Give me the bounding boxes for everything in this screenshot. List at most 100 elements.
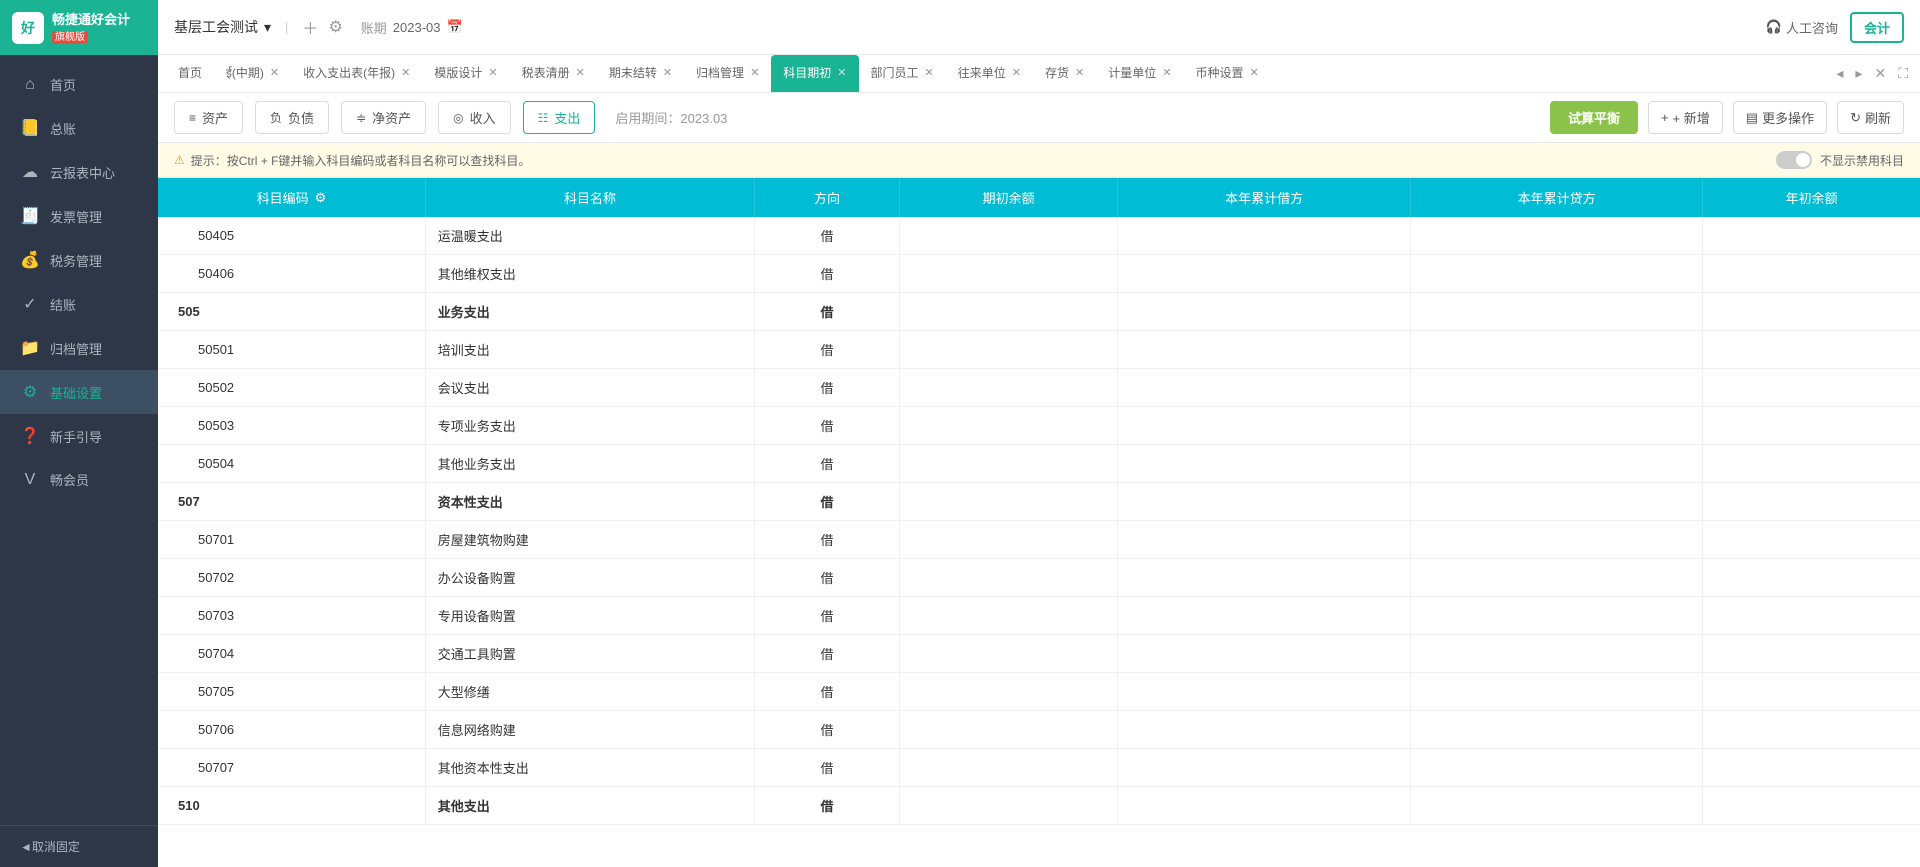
th-code: 科目编码 ⚙ — [158, 178, 425, 217]
sidebar-label-home: 首页 — [50, 75, 76, 94]
table-row[interactable]: 50504 其他业务支出 借 — [158, 445, 1920, 483]
cell-name: 办公设备购置 — [425, 559, 754, 597]
disabled-toggle[interactable] — [1776, 151, 1812, 169]
cell-direction: 借 — [755, 711, 900, 749]
sidebar: 好 畅捷通好会计 旗舰版 ⌂ 首页 📒 总账 ☁ 云报表中心 🧾 发票管理 💰 … — [0, 0, 158, 867]
sidebar-item-archive[interactable]: 📁 归档管理 — [0, 326, 158, 370]
tab-interim[interactable]: ई(中期) ✕ — [214, 55, 291, 93]
table-row[interactable]: 50706 信息网络购建 借 — [158, 711, 1920, 749]
add-tab-button[interactable]: ＋ — [302, 15, 318, 39]
tab-prev-icon[interactable]: ◂ — [1832, 63, 1847, 84]
table-row[interactable]: 50502 会议支出 借 — [158, 369, 1920, 407]
sidebar-item-guide[interactable]: ❓ 新手引导 — [0, 414, 158, 458]
cell-ytd-credit — [1410, 787, 1702, 825]
cell-opening-balance — [899, 445, 1118, 483]
table-row[interactable]: 505 业务支出 借 — [158, 293, 1920, 331]
tab-close-tax[interactable]: ✕ — [576, 66, 585, 79]
refresh-button[interactable]: ↻ 刷新 — [1837, 101, 1904, 134]
filter-expense-btn[interactable]: ☷ 支出 — [523, 101, 596, 134]
cell-direction: 借 — [755, 521, 900, 559]
table-row[interactable]: 50704 交通工具购置 借 — [158, 635, 1920, 673]
cell-ytd-credit — [1410, 217, 1702, 255]
company-selector[interactable]: 基层工会测试 ▾ — [174, 17, 271, 37]
tab-annual-report[interactable]: 收入支出表(年报) ✕ — [291, 55, 422, 93]
balance-button[interactable]: 试算平衡 — [1550, 101, 1638, 134]
tab-close-units[interactable]: ✕ — [1162, 66, 1171, 79]
tab-currency[interactable]: 币种设置 ✕ — [1183, 55, 1270, 93]
sidebar-item-settings[interactable]: ⚙ 基础设置 — [0, 370, 158, 414]
tab-close-inventory[interactable]: ✕ — [1075, 66, 1084, 79]
table-row[interactable]: 50503 专项业务支出 借 — [158, 407, 1920, 445]
tab-close-annual[interactable]: ✕ — [401, 66, 410, 79]
settings-gear-icon[interactable]: ⚙ — [328, 17, 342, 37]
tab-close-counter[interactable]: ✕ — [1012, 66, 1021, 79]
sidebar-item-invoice[interactable]: 🧾 发票管理 — [0, 194, 158, 238]
tab-close-all-icon[interactable]: ✕ — [1870, 63, 1890, 84]
filter-equity-btn[interactable]: ≑ 净资产 — [341, 101, 426, 134]
table-row[interactable]: 50406 其他维权支出 借 — [158, 255, 1920, 293]
cell-name: 房屋建筑物购建 — [425, 521, 754, 559]
tab-bar: 首页 ई(中期) ✕ 收入支出表(年报) ✕ 模版设计 ✕ 税表清册 ✕ 期末结… — [158, 55, 1920, 93]
filter-asset-btn[interactable]: ≡ 资产 — [174, 101, 243, 134]
sidebar-item-home[interactable]: ⌂ 首页 — [0, 63, 158, 106]
tab-close-archive[interactable]: ✕ — [750, 66, 759, 79]
filter-liability-btn[interactable]: 负 负债 — [255, 101, 329, 134]
table-row[interactable]: 50405 运温暖支出 借 — [158, 217, 1920, 255]
collapse-label: ◄取消固定 — [20, 838, 80, 855]
th-settings-icon[interactable]: ⚙ — [315, 190, 327, 206]
cell-ytd-credit — [1410, 597, 1702, 635]
cell-ytd-debit — [1118, 331, 1410, 369]
tab-archive-mgmt[interactable]: 归档管理 ✕ — [684, 55, 771, 93]
support-button[interactable]: 🎧 人工咨询 — [1766, 18, 1838, 37]
table-row[interactable]: 50705 大型修缮 借 — [158, 673, 1920, 711]
tab-close-period[interactable]: ✕ — [663, 66, 672, 79]
cell-code: 50504 — [158, 445, 425, 483]
table-row[interactable]: 50701 房屋建筑物购建 借 — [158, 521, 1920, 559]
tab-expand-icon[interactable]: ⛶ — [1894, 63, 1912, 84]
sidebar-item-member[interactable]: V 畅会员 — [0, 458, 158, 501]
tab-dept-staff[interactable]: 部门员工 ✕ — [859, 55, 946, 93]
tab-template[interactable]: 模版设计 ✕ — [422, 55, 509, 93]
table-row[interactable]: 50501 培训支出 借 — [158, 331, 1920, 369]
sidebar-label-reports: 云报表中心 — [50, 163, 115, 182]
tab-close-currency[interactable]: ✕ — [1249, 66, 1258, 79]
tab-interim-label: ई(中期) — [226, 64, 264, 81]
tab-units[interactable]: 计量单位 ✕ — [1096, 55, 1183, 93]
cell-ytd-credit — [1410, 483, 1702, 521]
tab-close-interim[interactable]: ✕ — [270, 66, 279, 79]
tab-home[interactable]: 首页 — [166, 55, 214, 93]
tab-subject-init[interactable]: 科目期初 ✕ — [771, 55, 858, 93]
tab-inventory[interactable]: 存货 ✕ — [1033, 55, 1096, 93]
tab-tax[interactable]: 税表清册 ✕ — [510, 55, 597, 93]
more-button[interactable]: ▤ 更多操作 — [1733, 101, 1827, 134]
tab-dept-label: 部门员工 — [871, 64, 919, 81]
sidebar-collapse-btn[interactable]: ◄取消固定 — [0, 825, 158, 867]
sidebar-item-ledger[interactable]: 📒 总账 — [0, 106, 158, 150]
tab-next-icon[interactable]: ▸ — [1851, 63, 1866, 84]
tab-close-dept[interactable]: ✕ — [925, 66, 934, 79]
table-row[interactable]: 50702 办公设备购置 借 — [158, 559, 1920, 597]
table-row[interactable]: 510 其他支出 借 — [158, 787, 1920, 825]
cell-ytd-credit — [1410, 559, 1702, 597]
filter-income-btn[interactable]: ◎ 收入 — [438, 101, 511, 134]
company-name: 基层工会测试 — [174, 17, 258, 37]
filter-toolbar: ≡ 资产 负 负债 ≑ 净资产 ◎ 收入 ☷ 支出 启用期间：2023.03 试… — [158, 93, 1920, 143]
table-row[interactable]: 50707 其他资本性支出 借 — [158, 749, 1920, 787]
sidebar-item-settle[interactable]: ✓ 结账 — [0, 282, 158, 326]
table-row[interactable]: 50703 专用设备购置 借 — [158, 597, 1920, 635]
cell-ytd-balance — [1703, 521, 1920, 559]
calendar-icon[interactable]: 📅 — [447, 19, 463, 35]
sidebar-item-reports[interactable]: ☁ 云报表中心 — [0, 150, 158, 194]
table-row[interactable]: 507 资本性支出 借 — [158, 483, 1920, 521]
cell-ytd-credit — [1410, 369, 1702, 407]
tab-close-subject[interactable]: ✕ — [837, 66, 846, 79]
tab-close-template[interactable]: ✕ — [488, 66, 497, 79]
period-value: 2023-03 — [393, 20, 441, 35]
sidebar-label-ledger: 总账 — [50, 119, 76, 138]
archive-icon: 📁 — [20, 338, 40, 358]
add-button[interactable]: + + 新增 — [1648, 101, 1723, 134]
sidebar-item-tax[interactable]: 💰 税务管理 — [0, 238, 158, 282]
user-role-button[interactable]: 会计 — [1850, 12, 1904, 43]
tab-period-transfer[interactable]: 期末结转 ✕ — [597, 55, 684, 93]
tab-counterparty[interactable]: 往来单位 ✕ — [946, 55, 1033, 93]
